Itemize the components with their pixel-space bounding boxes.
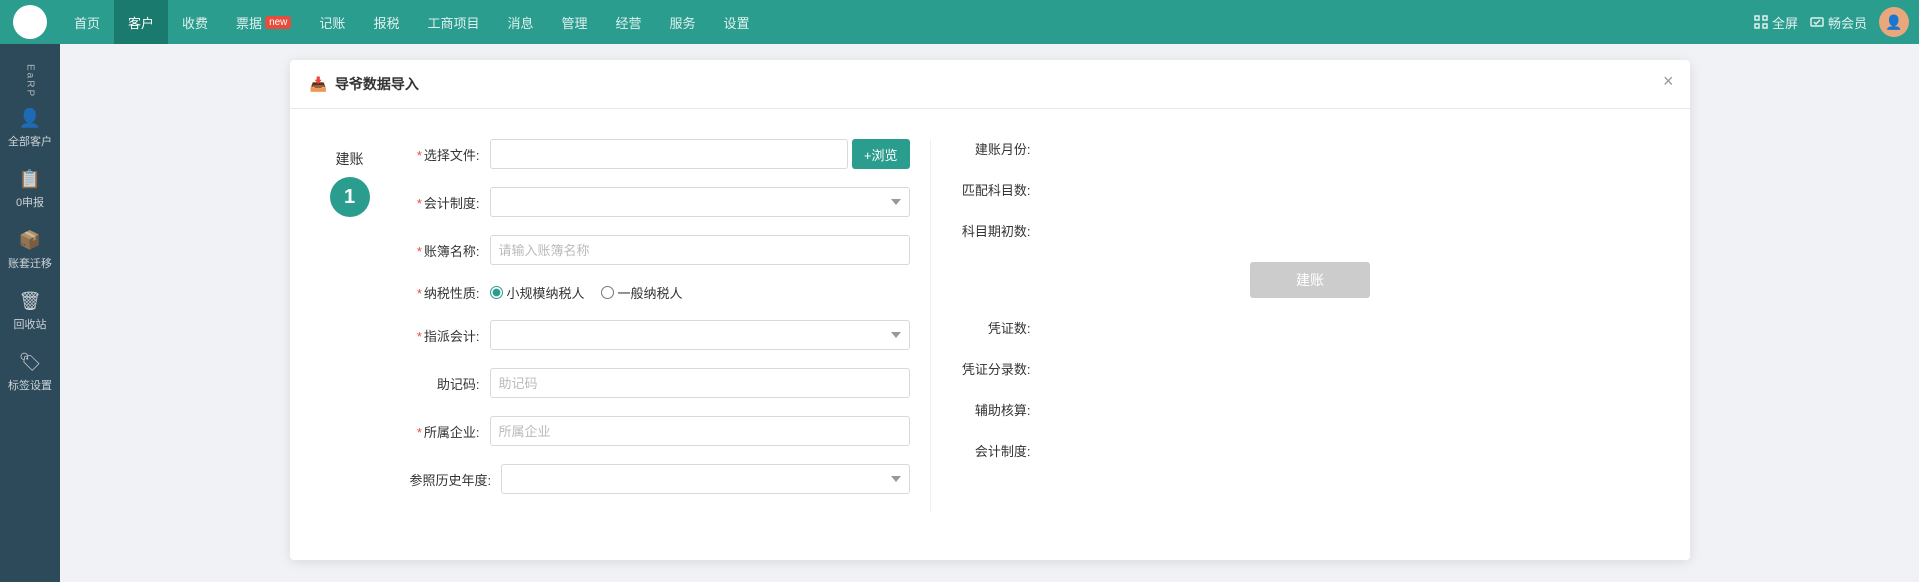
nav-billing[interactable]: 收费 xyxy=(168,0,222,44)
small-taxpayer-option[interactable]: 小规模纳税人 xyxy=(490,283,585,302)
initial-subjects-label: 科目期初数: xyxy=(951,221,1041,240)
voucher-count-row: 凭证数: xyxy=(951,318,1670,337)
company-input[interactable] xyxy=(490,416,910,446)
mnemonic-label: 助记码: xyxy=(410,374,490,393)
mnemonic-row: 助记码: xyxy=(410,368,910,398)
step-label: 建账 xyxy=(336,149,364,169)
top-nav: 首页 客户 收费 票据 new 记账 报税 工商项目 消息 管理 经营 服务 设… xyxy=(0,0,1919,44)
sidebar-item-all-customers[interactable]: 👤 全部客户 xyxy=(0,98,60,159)
dialog-close-button[interactable]: × xyxy=(1663,72,1674,90)
nav-bookkeeping[interactable]: 记账 xyxy=(305,0,359,44)
assigned-accountant-label: 指派会计: xyxy=(410,326,490,345)
tax-type-label: 纳税性质: xyxy=(410,283,490,302)
ref-year-select[interactable] xyxy=(501,464,909,494)
browse-button[interactable]: +浏览 xyxy=(852,139,910,169)
sidebar-item-tag-settings[interactable]: 🏷 标签设置 xyxy=(0,342,60,403)
general-taxpayer-radio[interactable] xyxy=(601,286,614,299)
accounting-system-select[interactable] xyxy=(490,187,910,217)
file-input[interactable] xyxy=(490,139,848,169)
general-taxpayer-option[interactable]: 一般纳税人 xyxy=(601,283,683,302)
voucher-entries-label: 凭证分录数: xyxy=(951,359,1041,378)
nav-operations[interactable]: 经营 xyxy=(602,0,656,44)
file-label: 选择文件: xyxy=(410,145,490,164)
nav-management[interactable]: 管理 xyxy=(547,0,601,44)
ref-year-label: 参照历史年度: xyxy=(410,470,502,489)
dialog-body: 建账 1 选择文件: +浏览 会计制度: xyxy=(290,109,1690,542)
sidebar-item-account-migration[interactable]: 📦 账套迁移 xyxy=(0,220,60,281)
nav-home[interactable]: 首页 xyxy=(60,0,114,44)
sidebar: EaRP 👤 全部客户 📋 0申报 📦 账套迁移 🗑 回收站 🏷 标签设置 xyxy=(0,44,60,582)
auxiliary-accounting-row: 辅助核算: xyxy=(951,400,1670,419)
voucher-entries-row: 凭证分录数: xyxy=(951,359,1670,378)
dialog-title: 导爷数据导入 xyxy=(335,74,419,94)
dialog: 📥 导爷数据导入 × 建账 1 选择文件: +浏览 xyxy=(290,60,1690,560)
company-label: 所属企业: xyxy=(410,422,490,441)
create-account-button[interactable]: 建账 xyxy=(1250,262,1370,298)
ledger-name-label: 账簿名称: xyxy=(410,241,490,260)
info-section: 建账月份: 匹配科目数: 科目期初数: 建账 凭证数: 凭证分录数: xyxy=(930,139,1670,512)
ref-year-row: 参照历史年度: xyxy=(410,464,910,494)
step-section: 建账 1 xyxy=(310,139,390,512)
nav-right: 全屏 畅会员 👤 xyxy=(1754,7,1909,37)
import-icon: 📥 xyxy=(310,76,327,93)
match-subjects-row: 匹配科目数: xyxy=(951,180,1670,199)
main-content: 📥 导爷数据导入 × 建账 1 选择文件: +浏览 xyxy=(60,44,1919,582)
sidebar-item-zero-declaration[interactable]: 📋 0申报 xyxy=(0,159,60,220)
accounting-month-label: 建账月份: xyxy=(951,139,1041,158)
earp-logo-text: EaRP xyxy=(25,64,36,98)
assigned-accountant-select[interactable] xyxy=(490,320,910,350)
logo[interactable] xyxy=(10,2,50,42)
zero-declaration-icon: 📋 xyxy=(19,169,41,190)
small-taxpayer-radio[interactable] xyxy=(490,286,503,299)
nav-customers[interactable]: 客户 xyxy=(114,0,168,44)
ledger-name-row: 账簿名称: xyxy=(410,235,910,265)
vip-button[interactable]: 畅会员 xyxy=(1810,13,1867,32)
fullscreen-button[interactable]: 全屏 xyxy=(1754,13,1798,32)
file-input-group: +浏览 xyxy=(490,139,910,169)
match-subjects-label: 匹配科目数: xyxy=(951,180,1041,199)
company-row: 所属企业: xyxy=(410,416,910,446)
avatar[interactable]: 👤 xyxy=(1879,7,1909,37)
info-accounting-system-label: 会计制度: xyxy=(951,441,1041,460)
nav-settings[interactable]: 设置 xyxy=(710,0,764,44)
info-accounting-system-row: 会计制度: xyxy=(951,441,1670,460)
dialog-header: 📥 导爷数据导入 xyxy=(290,60,1690,109)
tax-type-row: 纳税性质: 小规模纳税人 一般纳税人 xyxy=(410,283,910,302)
nav-services[interactable]: 服务 xyxy=(656,0,710,44)
recycle-bin-icon: 🗑 xyxy=(19,291,42,312)
mnemonic-input[interactable] xyxy=(490,368,910,398)
accounting-system-row: 会计制度: xyxy=(410,187,910,217)
tax-type-radio-group: 小规模纳税人 一般纳税人 xyxy=(490,283,910,302)
voucher-count-label: 凭证数: xyxy=(951,318,1041,337)
ledger-name-input[interactable] xyxy=(490,235,910,265)
file-row: 选择文件: +浏览 xyxy=(410,139,910,169)
nav-messages[interactable]: 消息 xyxy=(493,0,547,44)
new-badge: new xyxy=(265,16,291,29)
nav-business[interactable]: 工商项目 xyxy=(413,0,493,44)
step-circle: 1 xyxy=(330,177,370,217)
accounting-system-label: 会计制度: xyxy=(410,193,490,212)
accounting-month-row: 建账月份: xyxy=(951,139,1670,158)
assigned-accountant-row: 指派会计: xyxy=(410,320,910,350)
auxiliary-accounting-label: 辅助核算: xyxy=(951,400,1041,419)
all-customers-icon: 👤 xyxy=(19,108,41,129)
nav-tax[interactable]: 报税 xyxy=(359,0,413,44)
initial-subjects-row: 科目期初数: xyxy=(951,221,1670,240)
sidebar-item-recycle-bin[interactable]: 🗑 回收站 xyxy=(0,281,60,342)
tag-settings-icon: 🏷 xyxy=(19,352,42,373)
account-migration-icon: 📦 xyxy=(19,230,41,251)
form-section: 选择文件: +浏览 会计制度: 账簿名称: xyxy=(410,139,910,512)
nav-invoices[interactable]: 票据 new xyxy=(222,0,305,44)
